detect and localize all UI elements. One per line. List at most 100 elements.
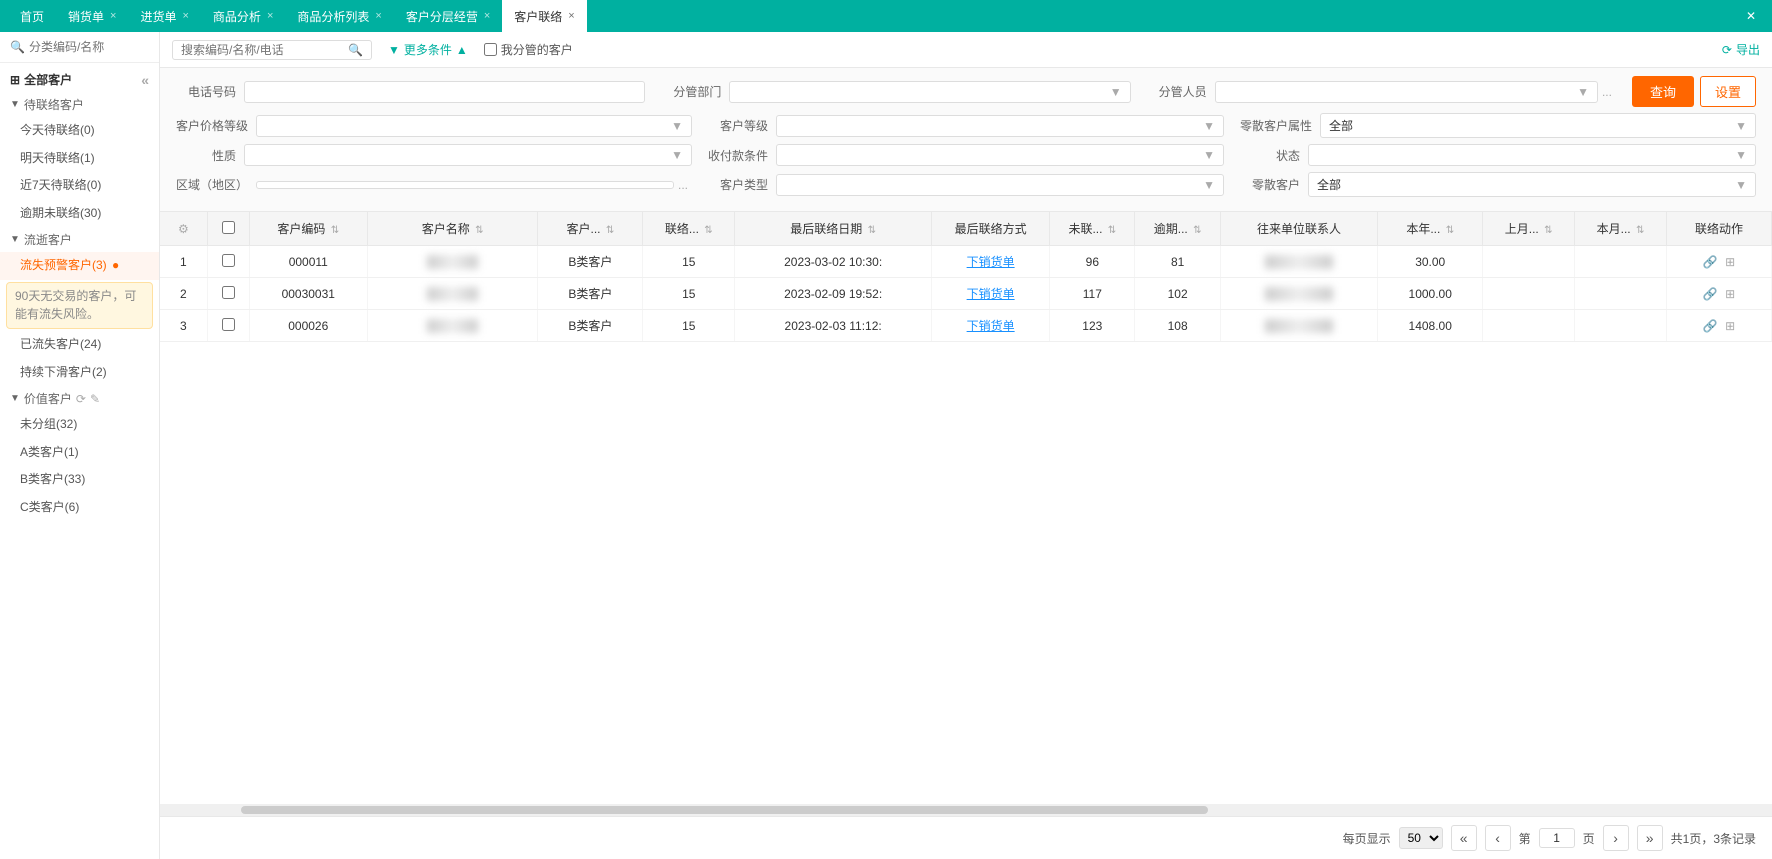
export-button[interactable]: ⟳ 导出 — [1722, 41, 1760, 58]
cell-check-0[interactable] — [207, 246, 249, 278]
window-close-button[interactable]: ✕ — [1738, 7, 1764, 25]
retail-select[interactable]: 全部▼ — [1308, 172, 1756, 197]
filter-status: 状态 ▼ — [1240, 144, 1756, 166]
sidebar-item-today[interactable]: 今天待联络(0) — [0, 117, 159, 145]
retail-attr-select[interactable]: 全部▼ — [1320, 113, 1756, 138]
sidebar-item-b-class[interactable]: B类客户(33) — [0, 466, 159, 494]
payment-select[interactable]: ▼ — [776, 144, 1224, 166]
table-settings-icon[interactable]: ⚙ — [178, 222, 189, 236]
sort-year-icon[interactable]: ⇅ — [1446, 225, 1454, 236]
cust-type-select[interactable]: ▼ — [776, 174, 1224, 196]
my-customers-checkbox[interactable] — [484, 43, 497, 56]
sidebar-item-week[interactable]: 近7天待联络(0) — [0, 172, 159, 200]
status-select[interactable]: ▼ — [1308, 144, 1756, 166]
sort-date-icon[interactable]: ⇅ — [868, 225, 876, 236]
sort-type-icon[interactable]: ⇅ — [606, 225, 614, 236]
tab-purchase[interactable]: 进货单 × — [128, 0, 200, 32]
tab-sales[interactable]: 销货单 × — [56, 0, 128, 32]
tab-sales-close[interactable]: × — [110, 10, 116, 22]
sort-this-month-icon[interactable]: ⇅ — [1636, 225, 1644, 236]
filter-phone: 电话号码 — [176, 81, 645, 103]
tab-customer-contact[interactable]: 客户联络 × — [502, 0, 586, 32]
cell-check-2[interactable] — [207, 310, 249, 342]
action-menu-icon-1[interactable]: ⊞ — [1725, 287, 1735, 301]
action-menu-icon-0[interactable]: ⊞ — [1725, 255, 1735, 269]
cell-action-1: 🔗 ⊞ — [1666, 278, 1771, 310]
my-customers-filter[interactable]: 我分管的客户 — [484, 41, 573, 58]
sidebar-item-a-class[interactable]: A类客户(1) — [0, 439, 159, 467]
contact-way-link-0[interactable]: 下销货单 — [967, 255, 1015, 269]
dept-select[interactable]: ▼ — [729, 81, 1130, 103]
sidebar-group-pending[interactable]: ▼ 待联络客户 — [0, 92, 159, 117]
tab-purchase-close[interactable]: × — [182, 10, 188, 22]
sidebar-item-loss-predict[interactable]: 流失预警客户(3) ● — [0, 252, 159, 280]
table-scrollbar[interactable] — [160, 804, 1772, 816]
edit-icon-value[interactable]: ✎ — [90, 392, 100, 406]
sidebar-item-lost-already[interactable]: 已流失客户(24) — [0, 331, 159, 359]
sort-overdue-icon[interactable]: ⇅ — [1193, 225, 1201, 236]
arrow-icon-lost: ▼ — [10, 234, 20, 245]
tab-analysis-close[interactable]: × — [267, 10, 273, 22]
contact-way-link-2[interactable]: 下销货单 — [967, 319, 1015, 333]
col-header-settings[interactable]: ⚙ — [160, 212, 207, 246]
next-page-button[interactable]: › — [1603, 825, 1629, 851]
table-scrollbar-thumb[interactable] — [241, 806, 1208, 814]
sidebar-item-decline[interactable]: 持续下滑客户(2) — [0, 359, 159, 387]
cust-level-arrow: ▼ — [1203, 119, 1215, 133]
settings-button[interactable]: 设置 — [1700, 76, 1756, 107]
nature-select[interactable]: ▼ — [244, 144, 692, 166]
tab-analysis-list-close[interactable]: × — [375, 10, 381, 22]
region-select[interactable] — [256, 181, 674, 189]
sort-code-icon[interactable]: ⇅ — [331, 225, 339, 236]
action-link-icon-1[interactable]: 🔗 — [1703, 287, 1718, 301]
action-link-icon-0[interactable]: 🔗 — [1703, 255, 1718, 269]
sidebar-group-value[interactable]: ▼ 价值客户 ⟳ ✎ — [0, 386, 159, 411]
action-menu-icon-2[interactable]: ⊞ — [1725, 319, 1735, 333]
cell-year-0: 30.00 — [1378, 246, 1483, 278]
action-link-icon-2[interactable]: 🔗 — [1703, 319, 1718, 333]
filter-nature: 性质 ▼ — [176, 144, 692, 166]
search-input[interactable] — [181, 43, 344, 57]
tab-analysis-list[interactable]: 商品分析列表 × — [285, 0, 393, 32]
sidebar-item-overdue[interactable]: 逾期未联络(30) — [0, 200, 159, 228]
last-page-button[interactable]: » — [1637, 825, 1663, 851]
col-header-check[interactable] — [207, 212, 249, 246]
tab-analysis[interactable]: 商品分析 × — [201, 0, 285, 32]
price-level-select[interactable]: ▼ — [256, 115, 692, 137]
row-checkbox-2[interactable] — [222, 318, 235, 331]
phone-input[interactable] — [244, 81, 645, 103]
contact-way-link-1[interactable]: 下销货单 — [967, 287, 1015, 301]
more-conditions-button[interactable]: ▼ 更多条件 ▲ — [380, 38, 476, 61]
sidebar-group-lost[interactable]: ▼ 流逝客户 — [0, 227, 159, 252]
sidebar-collapse-button[interactable]: « — [141, 72, 149, 88]
sort-uncontact-icon[interactable]: ⇅ — [1108, 225, 1116, 236]
value-group-label: 价值客户 — [24, 390, 72, 407]
person-dots-button[interactable]: ... — [1598, 85, 1616, 99]
cust-level-select[interactable]: ▼ — [776, 115, 1224, 137]
region-dots-button[interactable]: ... — [674, 178, 692, 192]
sort-name-icon[interactable]: ⇅ — [475, 225, 483, 236]
sidebar-item-tomorrow[interactable]: 明天待联络(1) — [0, 145, 159, 173]
tab-customer-segment[interactable]: 客户分层经营 × — [394, 0, 502, 32]
cell-check-1[interactable] — [207, 278, 249, 310]
tab-customer-segment-close[interactable]: × — [484, 10, 490, 22]
person-select[interactable]: ▼ — [1215, 81, 1598, 103]
tab-home[interactable]: 首页 — [8, 0, 56, 32]
sidebar-item-ungrouped[interactable]: 未分组(32) — [0, 411, 159, 439]
row-checkbox-1[interactable] — [222, 286, 235, 299]
sort-last-month-icon[interactable]: ⇅ — [1544, 225, 1552, 236]
prev-page-button[interactable]: ‹ — [1485, 825, 1511, 851]
table-header-row: ⚙ 客户编码 ⇅ 客户名称 ⇅ — [160, 212, 1772, 246]
sidebar-search-input[interactable] — [29, 40, 149, 54]
page-number-input[interactable] — [1539, 828, 1575, 848]
search-bar[interactable]: 🔍 — [172, 40, 372, 60]
refresh-icon-value[interactable]: ⟳ — [76, 392, 86, 406]
first-page-button[interactable]: « — [1451, 825, 1477, 851]
sort-contact-icon[interactable]: ⇅ — [704, 225, 712, 236]
sidebar-item-c-class[interactable]: C类客户(6) — [0, 494, 159, 522]
query-button[interactable]: 查询 — [1632, 76, 1694, 107]
per-page-select[interactable]: 50 — [1399, 827, 1443, 849]
select-all-checkbox[interactable] — [222, 221, 235, 234]
row-checkbox-0[interactable] — [222, 254, 235, 267]
tab-customer-contact-close[interactable]: × — [568, 10, 574, 22]
